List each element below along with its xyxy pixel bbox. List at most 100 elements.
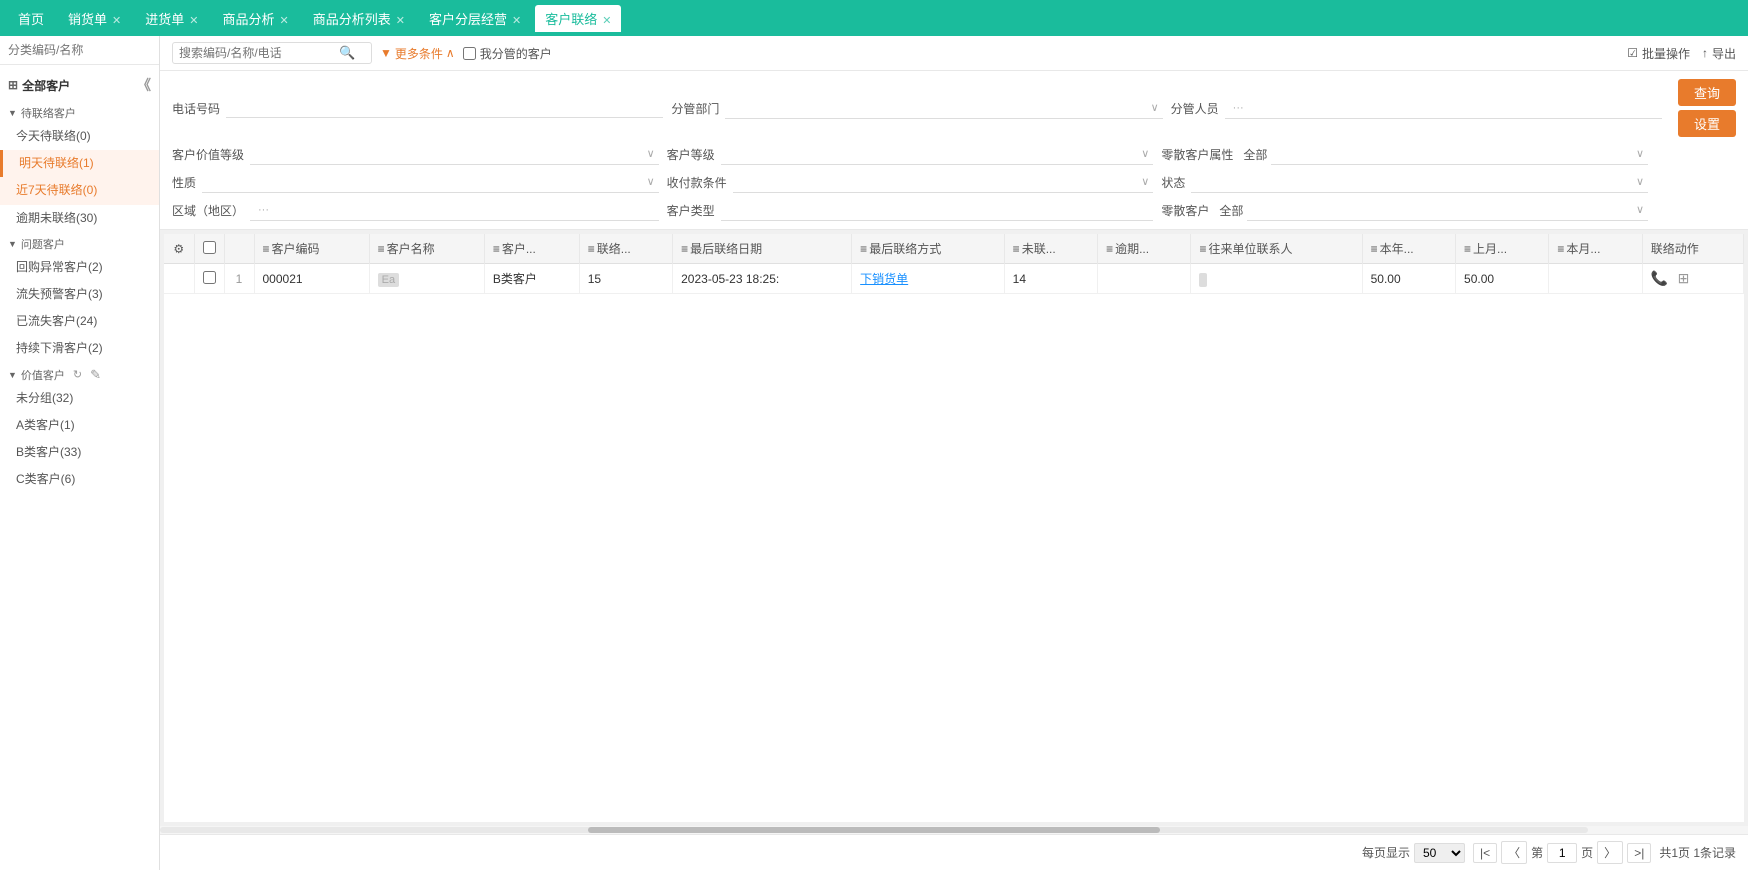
- sort-contact[interactable]: ≡ 联络...: [588, 240, 631, 257]
- col-header-name[interactable]: ≡ 客户名称: [369, 234, 484, 264]
- payment-select[interactable]: ∨: [733, 171, 1154, 193]
- col-header-overdue[interactable]: ≡ 逾期...: [1098, 234, 1191, 264]
- action-phone-icon[interactable]: 📞: [1651, 270, 1668, 286]
- col-header-code[interactable]: ≡ 客户编码: [254, 234, 369, 264]
- row-code[interactable]: 000021: [254, 264, 369, 294]
- col-header-checkbox[interactable]: [194, 234, 224, 264]
- first-page-btn[interactable]: |<: [1473, 843, 1497, 863]
- person-label: 分管人员: [1171, 100, 1219, 117]
- nav-home[interactable]: 首页: [8, 5, 54, 32]
- sidebar-item-b-class[interactable]: B类客户(33): [0, 439, 159, 466]
- close-product-icon[interactable]: ✕: [280, 15, 289, 27]
- col-header-settings[interactable]: ⚙: [164, 234, 194, 264]
- my-customers-checkbox[interactable]: 我分管的客户: [463, 45, 552, 62]
- sidebar-search-input[interactable]: [8, 43, 163, 57]
- row-name[interactable]: Ea: [369, 264, 484, 294]
- col-header-this-year[interactable]: ≡ 本年...: [1362, 234, 1455, 264]
- sort-last-month[interactable]: ≡ 上月...: [1464, 240, 1507, 257]
- settings-button[interactable]: 设置: [1678, 110, 1736, 137]
- col-header-last-month[interactable]: ≡ 上月...: [1456, 234, 1549, 264]
- sidebar-item-today[interactable]: 今天待联络(0): [0, 123, 159, 150]
- nav-purchase[interactable]: 进货单✕: [135, 5, 208, 32]
- col-header-last-date[interactable]: ≡ 最后联络日期: [673, 234, 852, 264]
- col-header-contacts[interactable]: ≡ 往来单位联系人: [1191, 234, 1362, 264]
- col-header-contact[interactable]: ≡ 联络...: [579, 234, 672, 264]
- search-input-icon[interactable]: 🔍: [339, 45, 355, 61]
- nav-customer-layering[interactable]: 客户分层经营✕: [419, 5, 531, 32]
- select-all-checkbox[interactable]: [203, 241, 216, 254]
- query-button[interactable]: 查询: [1678, 79, 1736, 106]
- col-header-uncontacted[interactable]: ≡ 未联...: [1004, 234, 1097, 264]
- close-product-list-icon[interactable]: ✕: [396, 15, 405, 27]
- nav-customer-contact[interactable]: 客户联络✕: [535, 5, 621, 32]
- row-checkbox[interactable]: [194, 264, 224, 294]
- area-select[interactable]: ···: [250, 199, 659, 221]
- bulk-action-btn[interactable]: ☑ 批量操作: [1627, 45, 1690, 62]
- nav-sales[interactable]: 销货单✕: [58, 5, 131, 32]
- edit-value-icon[interactable]: ✎: [90, 367, 101, 383]
- sort-last-date[interactable]: ≡ 最后联络日期: [681, 240, 762, 257]
- person-select[interactable]: ···: [1225, 97, 1662, 119]
- scroll-track[interactable]: [160, 827, 1588, 833]
- row-last-method[interactable]: 下销货单: [852, 264, 1005, 294]
- sort-this-month[interactable]: ≡ 本月...: [1557, 240, 1600, 257]
- status-select[interactable]: ∨: [1191, 171, 1648, 193]
- dept-chevron-icon: ∨: [1151, 101, 1159, 114]
- customer-value-select[interactable]: ∨: [250, 143, 659, 165]
- sidebar-item-churned[interactable]: 已流失客户(24): [0, 308, 159, 335]
- customer-level-select[interactable]: ∨: [721, 143, 1154, 165]
- phone-input[interactable]: [226, 99, 663, 118]
- close-customer-contact-icon[interactable]: ✕: [602, 15, 611, 27]
- sidebar-item-repurchase[interactable]: 回购异常客户(2): [0, 254, 159, 281]
- nav-product-analysis[interactable]: 商品分析✕: [212, 5, 298, 32]
- retail-customer-select[interactable]: ∨: [1247, 199, 1648, 221]
- collapse-sidebar-icon[interactable]: 《: [137, 75, 151, 95]
- refresh-icon[interactable]: ↻: [73, 368, 82, 381]
- action-grid-icon[interactable]: ⊞: [1678, 270, 1690, 286]
- col-header-type[interactable]: ≡ 客户...: [484, 234, 579, 264]
- area-more-icon[interactable]: ···: [258, 204, 269, 216]
- search-input[interactable]: [179, 46, 339, 60]
- prev-page-btn[interactable]: 〈: [1501, 841, 1527, 864]
- page-input[interactable]: [1547, 843, 1577, 863]
- sidebar-item-overdue[interactable]: 逾期未联络(30): [0, 205, 159, 232]
- nature-select[interactable]: ∨: [202, 171, 659, 193]
- col-header-this-month[interactable]: ≡ 本月...: [1549, 234, 1642, 264]
- customer-type-select[interactable]: [721, 199, 1154, 221]
- sidebar-item-ungrouped[interactable]: 未分组(32): [0, 385, 159, 412]
- close-purchase-icon[interactable]: ✕: [189, 15, 198, 27]
- last-method-link[interactable]: 下销货单: [860, 272, 908, 286]
- sort-code[interactable]: ≡ 客户编码: [263, 240, 320, 257]
- next-page-btn[interactable]: 〉: [1597, 841, 1623, 864]
- sort-contacts[interactable]: ≡ 往来单位联系人: [1199, 240, 1292, 257]
- last-page-btn[interactable]: >|: [1627, 843, 1651, 863]
- scroll-thumb[interactable]: [588, 827, 1159, 833]
- person-more-icon[interactable]: ···: [1233, 102, 1244, 114]
- retail-attr-select[interactable]: ∨: [1271, 143, 1648, 165]
- close-customer-layering-icon[interactable]: ✕: [512, 15, 521, 27]
- sidebar-item-declining[interactable]: 持续下滑客户(2): [0, 335, 159, 362]
- sidebar-item-7days[interactable]: 近7天待联络(0): [0, 177, 159, 204]
- col-header-last-method[interactable]: ≡ 最后联络方式: [852, 234, 1005, 264]
- sort-this-year[interactable]: ≡ 本年...: [1371, 240, 1414, 257]
- sidebar-item-a-class[interactable]: A类客户(1): [0, 412, 159, 439]
- more-conditions-btn[interactable]: ▼ 更多条件 ∧: [380, 45, 455, 62]
- sidebar-item-churn-warning[interactable]: 流失预警客户(3): [0, 281, 159, 308]
- my-customers-check[interactable]: [463, 47, 476, 60]
- sort-overdue[interactable]: ≡ 逾期...: [1106, 240, 1149, 257]
- all-customers-title[interactable]: ⊞ 全部客户 《: [0, 69, 159, 101]
- sidebar-item-c-class[interactable]: C类客户(6): [0, 466, 159, 493]
- per-page-dropdown[interactable]: 50 100 200: [1414, 843, 1465, 863]
- close-sales-icon[interactable]: ✕: [112, 15, 121, 27]
- sort-name[interactable]: ≡ 客户名称: [378, 240, 435, 257]
- sort-type[interactable]: ≡ 客户...: [493, 240, 536, 257]
- triangle-down-icon3: ▼: [8, 370, 17, 380]
- export-btn[interactable]: ↑ 导出: [1702, 45, 1736, 62]
- sort-uncontacted[interactable]: ≡ 未联...: [1013, 240, 1056, 257]
- filter-customer-level: 客户等级 ∨: [667, 143, 1154, 165]
- nav-product-analysis-list[interactable]: 商品分析列表✕: [303, 5, 415, 32]
- row-check[interactable]: [203, 271, 216, 284]
- sidebar-item-tomorrow[interactable]: 明天待联络(1): [0, 150, 159, 177]
- dept-select[interactable]: ∨: [725, 97, 1162, 119]
- sort-last-method[interactable]: ≡ 最后联络方式: [860, 240, 941, 257]
